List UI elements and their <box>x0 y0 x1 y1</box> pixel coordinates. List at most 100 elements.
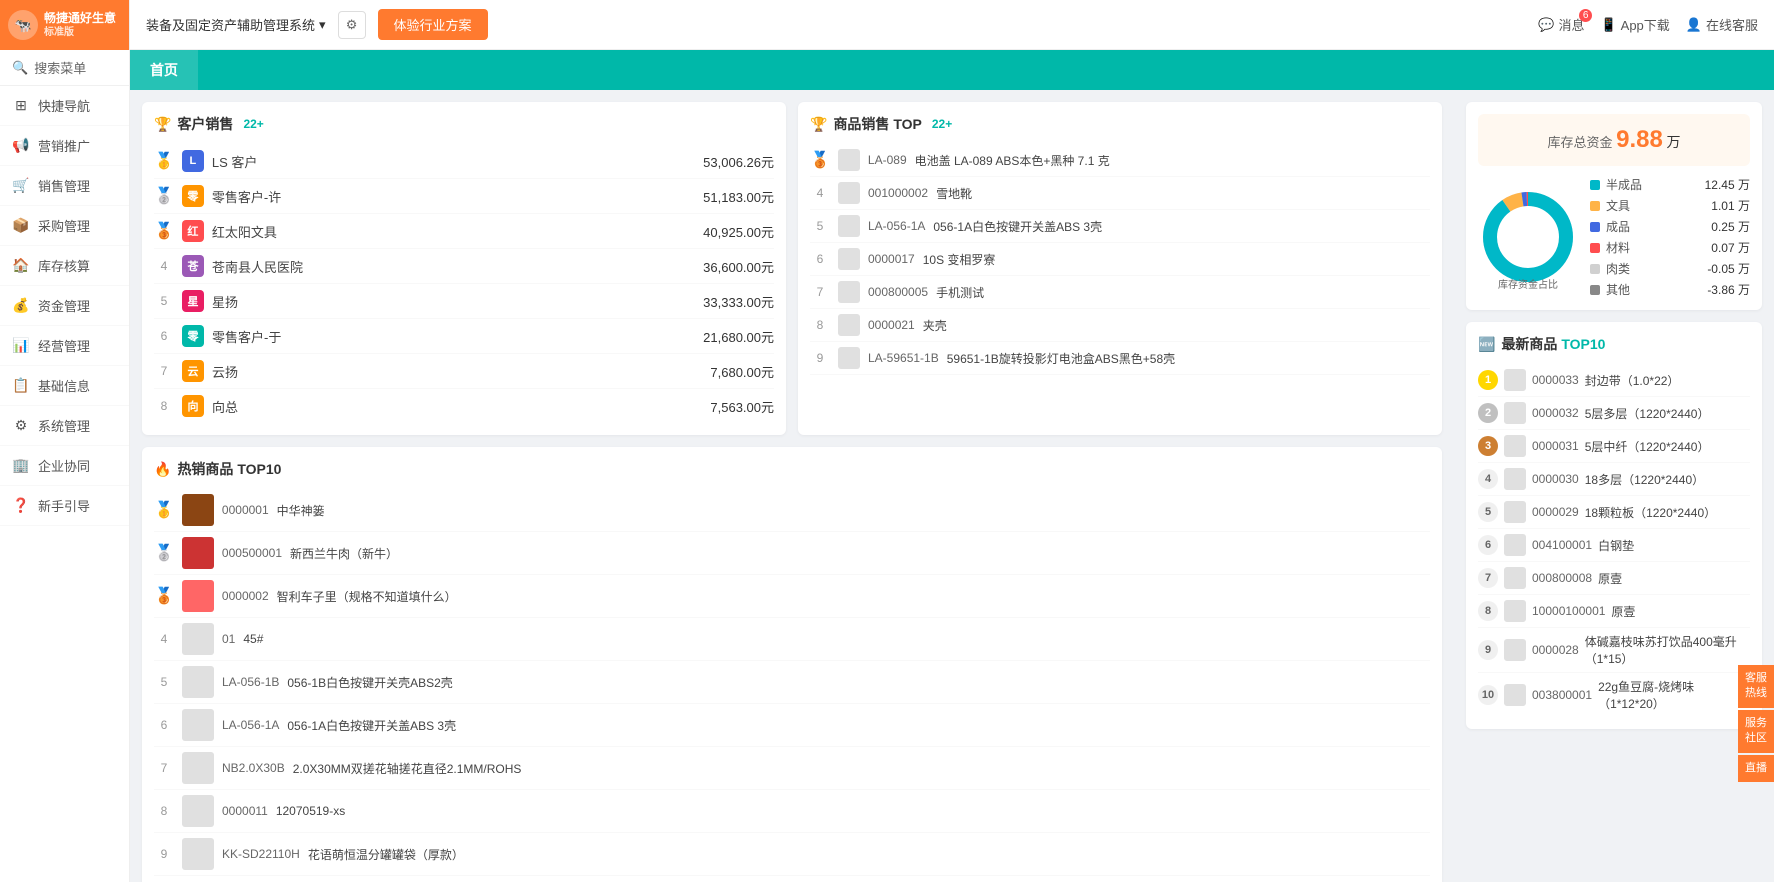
hot-product-item: 4 01 45# <box>154 618 1430 661</box>
search-menu[interactable]: 🔍 搜索菜单 <box>0 50 129 86</box>
sidebar-label-finance: 资金管理 <box>38 296 90 315</box>
topbar-right: 💬 消息 6 📱 App下载 👤 在线客服 <box>1538 15 1758 34</box>
online-service-button[interactable]: 👤 在线客服 <box>1686 15 1758 34</box>
phone-icon: 📱 <box>1600 17 1616 33</box>
legend-item: 半成品 12.45 万 <box>1590 176 1750 193</box>
new-product-item: 9 0000028 体碱嘉枝味苏打饮品400毫升（1*15） <box>1478 628 1750 673</box>
inventory-card: 库存总资金 9.88 万 <box>1466 102 1762 310</box>
nav-tabs: 首页 <box>130 50 1774 90</box>
main-area: 装备及固定资产辅助管理系统 ▾ ⚙ 体验行业方案 💬 消息 6 📱 App下载 … <box>130 0 1774 882</box>
top-customers-card: 🏆 客户销售 22+ 🥇 L LS 客户 53,006.26元🥈 零 零售客户-… <box>142 102 786 435</box>
sidebar-item-guide[interactable]: ❓ 新手引导 <box>0 486 129 526</box>
message-icon: 💬 <box>1538 17 1554 33</box>
sidebar-item-finance[interactable]: 💰 资金管理 <box>0 286 129 326</box>
sidebar-item-sales[interactable]: 🛒 销售管理 <box>0 166 129 206</box>
legend-item: 成品 0.25 万 <box>1590 218 1750 235</box>
system-name: 装备及固定资产辅助管理系统 <box>146 15 315 34</box>
system-selector[interactable]: 装备及固定资产辅助管理系统 ▾ <box>146 15 326 34</box>
top-customers-title: 🏆 客户销售 22+ <box>154 114 774 134</box>
online-service-label: 在线客服 <box>1706 15 1758 34</box>
sales-badge: 22+ <box>932 117 952 131</box>
sidebar-item-operations[interactable]: 📊 经营管理 <box>0 326 129 366</box>
float-live[interactable]: 直播 <box>1738 755 1774 782</box>
new-product-item: 4 0000030 18多层（1220*2440） <box>1478 463 1750 496</box>
sidebar-item-marketing[interactable]: 📢 营销推广 <box>0 126 129 166</box>
topbar: 装备及固定资产辅助管理系统 ▾ ⚙ 体验行业方案 💬 消息 6 📱 App下载 … <box>130 0 1774 50</box>
customer-item: 7 云 云扬 7,680.00元 <box>154 354 774 389</box>
sidebar-icon-inventory: 🏠 <box>12 257 30 275</box>
app-download-button[interactable]: 📱 App下载 <box>1600 15 1669 34</box>
inventory-legend: 半成品 12.45 万 文具 1.01 万 成品 0.25 万 材料 0.07 … <box>1590 176 1750 298</box>
top-sales-products-card: 🏆 商品销售 TOP 22+ 🥉 LA-089 电池盖 LA-089 ABS本色… <box>798 102 1442 435</box>
sidebar: 🐄 畅捷通好生意 标准版 🔍 搜索菜单 ⊞ 快捷导航📢 营销推广🛒 销售管理📦 … <box>0 0 130 882</box>
legend-item: 其他 -3.86 万 <box>1590 281 1750 298</box>
inventory-total: 库存总资金 9.88 万 <box>1478 114 1750 166</box>
customers-badge: 22+ <box>243 117 263 131</box>
settings-button[interactable]: ⚙ <box>338 11 366 39</box>
customer-item: 4 苍 苍南县人民医院 36,600.00元 <box>154 249 774 284</box>
hot-product-item: 🥉 0000002 智利车子里（规格不知道填什么） <box>154 575 1430 618</box>
sales-product-item: 9 LA-59651-1B 59651-1B旋转投影灯电池盒ABS黑色+58壳 <box>810 342 1430 375</box>
sidebar-item-basic-info[interactable]: 📋 基础信息 <box>0 366 129 406</box>
customer-item: 🥈 零 零售客户-许 51,183.00元 <box>154 179 774 214</box>
new-product-item: 3 0000031 5层中纤（1220*2440） <box>1478 430 1750 463</box>
customer-item: 🥇 L LS 客户 53,006.26元 <box>154 144 774 179</box>
sidebar-icon-sales: 🛒 <box>12 177 30 195</box>
sidebar-item-sys-mgmt[interactable]: ⚙ 系统管理 <box>0 406 129 446</box>
new-product-item: 10 003800001 22g鱼豆腐-烧烤味（1*12*20） <box>1478 673 1750 717</box>
tab-home[interactable]: 首页 <box>130 50 198 90</box>
new-product-item: 6 004100001 白钢垫 <box>1478 529 1750 562</box>
sidebar-item-purchase[interactable]: 📦 采购管理 <box>0 206 129 246</box>
sales-product-item: 5 LA-056-1A 056-1A白色按键开关盖ABS 3壳 <box>810 210 1430 243</box>
customers-title-text: 客户销售 <box>177 114 233 134</box>
sidebar-label-sys-mgmt: 系统管理 <box>38 416 90 435</box>
hot-product-item: 8 0000011 12070519-xs <box>154 790 1430 833</box>
new-products-card: 🆕 最新商品 TOP10 1 0000033 封边带（1.0*22）2 0000… <box>1466 322 1762 729</box>
sidebar-label-enterprise: 企业协同 <box>38 456 90 475</box>
legend-item: 肉类 -0.05 万 <box>1590 260 1750 277</box>
sidebar-item-inventory[interactable]: 🏠 库存核算 <box>0 246 129 286</box>
hot-product-item: 7 NB2.0X30B 2.0X30MM双搓花轴搓花直径2.1MM/ROHS <box>154 747 1430 790</box>
new-products-title: 🆕 最新商品 TOP10 <box>1478 334 1750 354</box>
sales-product-item: 8 0000021 夹壳 <box>810 309 1430 342</box>
sidebar-label-marketing: 营销推广 <box>38 136 90 155</box>
inventory-unit: 万 <box>1666 134 1680 150</box>
right-panel: 库存总资金 9.88 万 <box>1454 90 1774 882</box>
customers-title-icon: 🏆 <box>154 116 171 133</box>
service-icon: 👤 <box>1686 17 1702 33</box>
sidebar-item-quick-nav[interactable]: ⊞ 快捷导航 <box>0 86 129 126</box>
sidebar-item-enterprise[interactable]: 🏢 企业协同 <box>0 446 129 486</box>
legend-item: 文具 1.01 万 <box>1590 197 1750 214</box>
inventory-value: 9.88 <box>1616 126 1663 153</box>
new-product-item: 2 0000032 5层多层（1220*2440） <box>1478 397 1750 430</box>
chart-label: 库存资金占比 <box>1498 276 1558 291</box>
float-customer-service[interactable]: 客服 热线 <box>1738 665 1774 708</box>
float-community[interactable]: 服务 社区 <box>1738 710 1774 753</box>
sales-product-item: 🥉 LA-089 电池盖 LA-089 ABS本色+黑种 7.1 克 <box>810 144 1430 177</box>
message-button[interactable]: 💬 消息 6 <box>1538 15 1584 34</box>
chart-section: 库存资金占比 半成品 12.45 万 文具 1.01 万 成品 0.25 万 材… <box>1478 176 1750 298</box>
customer-item: 6 零 零售客户-于 21,680.00元 <box>154 319 774 354</box>
top-sales-title: 🏆 商品销售 TOP 22+ <box>810 114 1430 134</box>
customer-item: 🥉 红 红太阳文具 40,925.00元 <box>154 214 774 249</box>
sidebar-label-basic-info: 基础信息 <box>38 376 90 395</box>
sales-product-item: 4 001000002 雪地靴 <box>810 177 1430 210</box>
sidebar-label-inventory: 库存核算 <box>38 256 90 275</box>
sidebar-logo: 🐄 畅捷通好生意 标准版 <box>0 0 129 50</box>
sales-title-text: 商品销售 TOP <box>833 114 921 134</box>
legend-item: 材料 0.07 万 <box>1590 239 1750 256</box>
hot-product-item: 🥈 000500001 新西兰牛肉（新牛） <box>154 532 1430 575</box>
customer-item: 5 星 星扬 33,333.00元 <box>154 284 774 319</box>
sidebar-label-quick-nav: 快捷导航 <box>38 96 90 115</box>
logo-title: 畅捷通好生意 <box>44 11 116 27</box>
dropdown-icon: ▾ <box>319 17 326 33</box>
hot-products-card: 🔥 热销商品 TOP10 🥇 0000001 中华神篓🥈 000500001 新… <box>142 447 1442 882</box>
new-products-title-text: 最新商品 TOP10 <box>1501 334 1605 354</box>
logo-icon: 🐄 <box>8 10 38 40</box>
trial-button[interactable]: 体验行业方案 <box>378 9 488 40</box>
app-download-label: App下载 <box>1621 15 1670 34</box>
sidebar-label-operations: 经营管理 <box>38 336 90 355</box>
new-product-item: 8 10000100001 原壹 <box>1478 595 1750 628</box>
hot-product-item: 6 LA-056-1A 056-1A白色按键开关盖ABS 3壳 <box>154 704 1430 747</box>
sidebar-nav: ⊞ 快捷导航📢 营销推广🛒 销售管理📦 采购管理🏠 库存核算💰 资金管理📊 经营… <box>0 86 129 526</box>
